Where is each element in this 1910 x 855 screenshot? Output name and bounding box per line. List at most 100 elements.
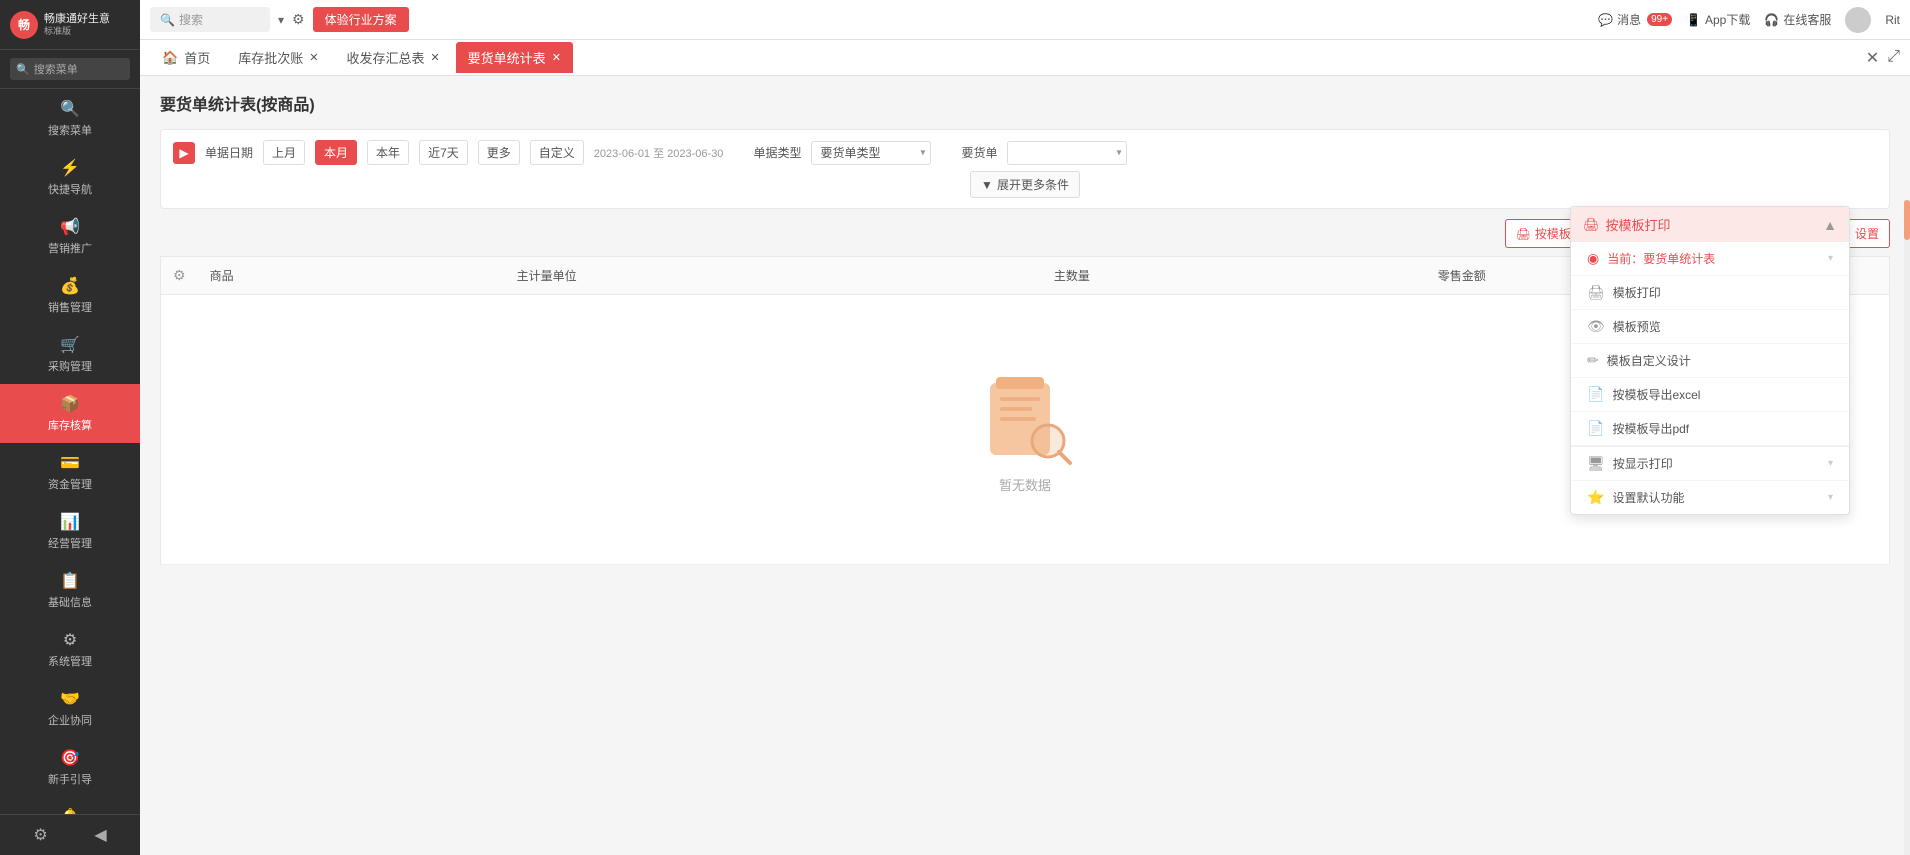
sidebar-item-guide[interactable]: 🎯 新手引导 <box>0 738 140 797</box>
search-icon: 🔍 <box>60 99 80 119</box>
sidebar-item-inventory[interactable]: 📦 库存核算 <box>0 384 140 443</box>
current-template-item[interactable]: ◉ 当前：要货单统计表 ▾ <box>1571 242 1849 276</box>
display-print-icon: 🖥 <box>1587 455 1605 472</box>
finance-icon: 💳 <box>60 453 80 473</box>
template-preview-item[interactable]: 👁 模板预览 <box>1571 310 1849 344</box>
date-btn-last-month[interactable]: 上月 <box>263 140 305 165</box>
app-name-text: 畅康通好生意 标准版 <box>44 12 110 38</box>
sidebar-item-purchase[interactable]: 🛒 采购管理 <box>0 325 140 384</box>
date-range-text: 2023-06-01 至 2023-06-30 <box>594 145 724 161</box>
collapse-icon[interactable]: ◀ <box>94 825 106 845</box>
settings-icon[interactable]: ⚙ <box>33 825 47 845</box>
username-text[interactable]: Rit <box>1885 13 1900 27</box>
print-dropdown-close-icon[interactable]: ▲ <box>1823 217 1837 233</box>
online-service-item[interactable]: 🎧 在线客服 <box>1764 11 1831 28</box>
sidebar-item-system[interactable]: ⚙ 系统管理 <box>0 620 140 679</box>
default-fn-label: 设置默认功能 <box>1612 489 1684 506</box>
template-export-excel-label: 按模板导出excel <box>1612 386 1700 403</box>
tab-inventory-batch-close[interactable]: ✕ <box>309 51 318 64</box>
template-print-item[interactable]: 🖨 模板打印 <box>1571 276 1849 310</box>
sidebar-item-appstore[interactable]: 🔔 应用中心 <box>0 797 140 814</box>
tab-home-label: 首页 <box>184 48 210 67</box>
system-label: 系统管理 <box>48 653 92 669</box>
template-design-icon: ✏ <box>1587 352 1599 369</box>
sidebar-nav: 🔍 搜索菜单 ⚡ 快捷导航 📢 营销推广 💰 销售管理 🛒 采购管理 📦 库存核… <box>0 89 140 814</box>
tab-order-stats[interactable]: 要货单统计表✕ <box>456 42 573 73</box>
trial-button[interactable]: 体验行业方案 <box>313 7 409 32</box>
topbar-gear-icon[interactable]: ⚙ <box>292 11 305 28</box>
template-print-icon: 🖨 <box>1587 284 1605 301</box>
order-select[interactable] <box>1007 141 1127 165</box>
maximize-window-icon[interactable]: ⤢ <box>1887 48 1900 68</box>
date-btn-this-year[interactable]: 本年 <box>367 140 409 165</box>
print-dropdown-title-area: 🖨 按模板打印 <box>1583 215 1671 234</box>
template-export-pdf-item[interactable]: 📄 按模板导出pdf <box>1571 412 1849 446</box>
basic-label: 基础信息 <box>48 594 92 610</box>
template-export-excel-icon: 📄 <box>1587 386 1604 403</box>
type-select[interactable]: 要货单类型 <box>811 141 931 165</box>
date-btn-last-7[interactable]: 近7天 <box>419 140 468 165</box>
date-btn-this-month[interactable]: 本月 <box>315 140 357 165</box>
sidebar-item-operation[interactable]: 📊 经营管理 <box>0 502 140 561</box>
guide-label: 新手引导 <box>48 771 92 787</box>
table-settings-icon[interactable]: ⚙ <box>173 267 186 283</box>
app-download-item[interactable]: 📱 App下载 <box>1686 11 1750 28</box>
settings-page-button[interactable]: 设置 <box>1844 219 1890 248</box>
date-btn-more[interactable]: 更多 <box>478 140 520 165</box>
sidebar-item-quick-nav[interactable]: ⚡ 快捷导航 <box>0 148 140 207</box>
topbar-search[interactable]: 🔍 搜索 <box>150 7 270 32</box>
template-export-excel-item[interactable]: 📄 按模板导出excel <box>1571 378 1849 412</box>
sidebar-item-collab[interactable]: 🤝 企业协同 <box>0 679 140 738</box>
type-select-wrapper[interactable]: 要货单类型 <box>811 141 931 165</box>
purchase-label: 采购管理 <box>48 358 92 374</box>
sidebar-item-basic[interactable]: 📋 基础信息 <box>0 561 140 620</box>
topbar-search-text: 搜索 <box>179 11 203 28</box>
appstore-icon: 🔔 <box>60 807 80 814</box>
tab-order-stats-close[interactable]: ✕ <box>552 51 561 64</box>
sidebar-item-sales[interactable]: 💰 销售管理 <box>0 266 140 325</box>
tabs-bar: 🏠 首页库存批次账✕收发存汇总表✕要货单统计表✕ ✕ ⤢ <box>140 40 1910 76</box>
sidebar: 畅 畅康通好生意 标准版 🔍 搜索菜单 🔍 搜索菜单 ⚡ 快捷导航 📢 营销推广… <box>0 0 140 855</box>
default-fn-item[interactable]: ⭐ 设置默认功能 ▾ <box>1571 481 1849 514</box>
search-icon: 🔍 <box>16 63 30 76</box>
date-btn-custom[interactable]: 自定义 <box>530 140 584 165</box>
headset-icon: 🎧 <box>1764 13 1779 27</box>
expand-more-button[interactable]: ▼ 展开更多条件 <box>970 171 1080 198</box>
order-select-wrapper[interactable] <box>1007 141 1127 165</box>
tab-receipt-summary[interactable]: 收发存汇总表✕ <box>334 42 451 73</box>
date-label: 单据日期 <box>205 144 253 161</box>
template-export-pdf-icon: 📄 <box>1587 420 1604 437</box>
quick-nav-label: 快捷导航 <box>48 181 92 197</box>
sidebar-item-search[interactable]: 🔍 搜索菜单 <box>0 89 140 148</box>
template-preview-label: 模板预览 <box>1613 318 1661 335</box>
sales-label: 销售管理 <box>48 299 92 315</box>
display-print-arrow: ▾ <box>1828 458 1833 469</box>
page-title: 要货单统计表(按商品) <box>160 91 1890 115</box>
sidebar-search-area[interactable]: 🔍 搜索菜单 <box>0 50 140 89</box>
right-scrollbar[interactable] <box>1904 200 1910 855</box>
col-quantity: 主数量 <box>1042 257 1426 295</box>
close-window-icon[interactable]: ✕ <box>1866 48 1879 68</box>
filter-toggle-button[interactable]: ▶ <box>173 142 195 164</box>
finance-label: 资金管理 <box>48 476 92 492</box>
print-dropdown-icon: 🖨 <box>1583 217 1600 233</box>
filter-row-2: ▼ 展开更多条件 <box>173 171 1877 198</box>
print-icon: 🖨 <box>1516 227 1531 241</box>
topbar-dropdown-icon[interactable]: ▾ <box>278 13 284 27</box>
tab-home[interactable]: 🏠 首页 <box>150 42 222 73</box>
user-avatar[interactable] <box>1845 7 1871 33</box>
inventory-label: 库存核算 <box>48 417 92 433</box>
template-design-item[interactable]: ✏ 模板自定义设计 <box>1571 344 1849 378</box>
print-dropdown-header: 🖨 按模板打印 ▲ <box>1571 207 1849 242</box>
sidebar-item-finance[interactable]: 💳 资金管理 <box>0 443 140 502</box>
message-item[interactable]: 💬 消息 99+ <box>1598 11 1672 28</box>
sidebar-item-marketing[interactable]: 📢 营销推广 <box>0 207 140 266</box>
topbar-search-icon: 🔍 <box>160 13 175 27</box>
display-print-item[interactable]: 🖥 按显示打印 ▾ <box>1571 447 1849 481</box>
scrollbar-thumb <box>1904 200 1910 240</box>
tab-inventory-batch[interactable]: 库存批次账✕ <box>226 42 330 73</box>
message-badge: 99+ <box>1647 13 1672 26</box>
tab-receipt-summary-close[interactable]: ✕ <box>430 51 439 64</box>
print-dropdown: 🖨 按模板打印 ▲ ◉ 当前：要货单统计表 ▾ 🖨 模板打印 👁 模板预览 ✏ <box>1570 206 1850 515</box>
default-fn-icon: ⭐ <box>1587 489 1604 506</box>
